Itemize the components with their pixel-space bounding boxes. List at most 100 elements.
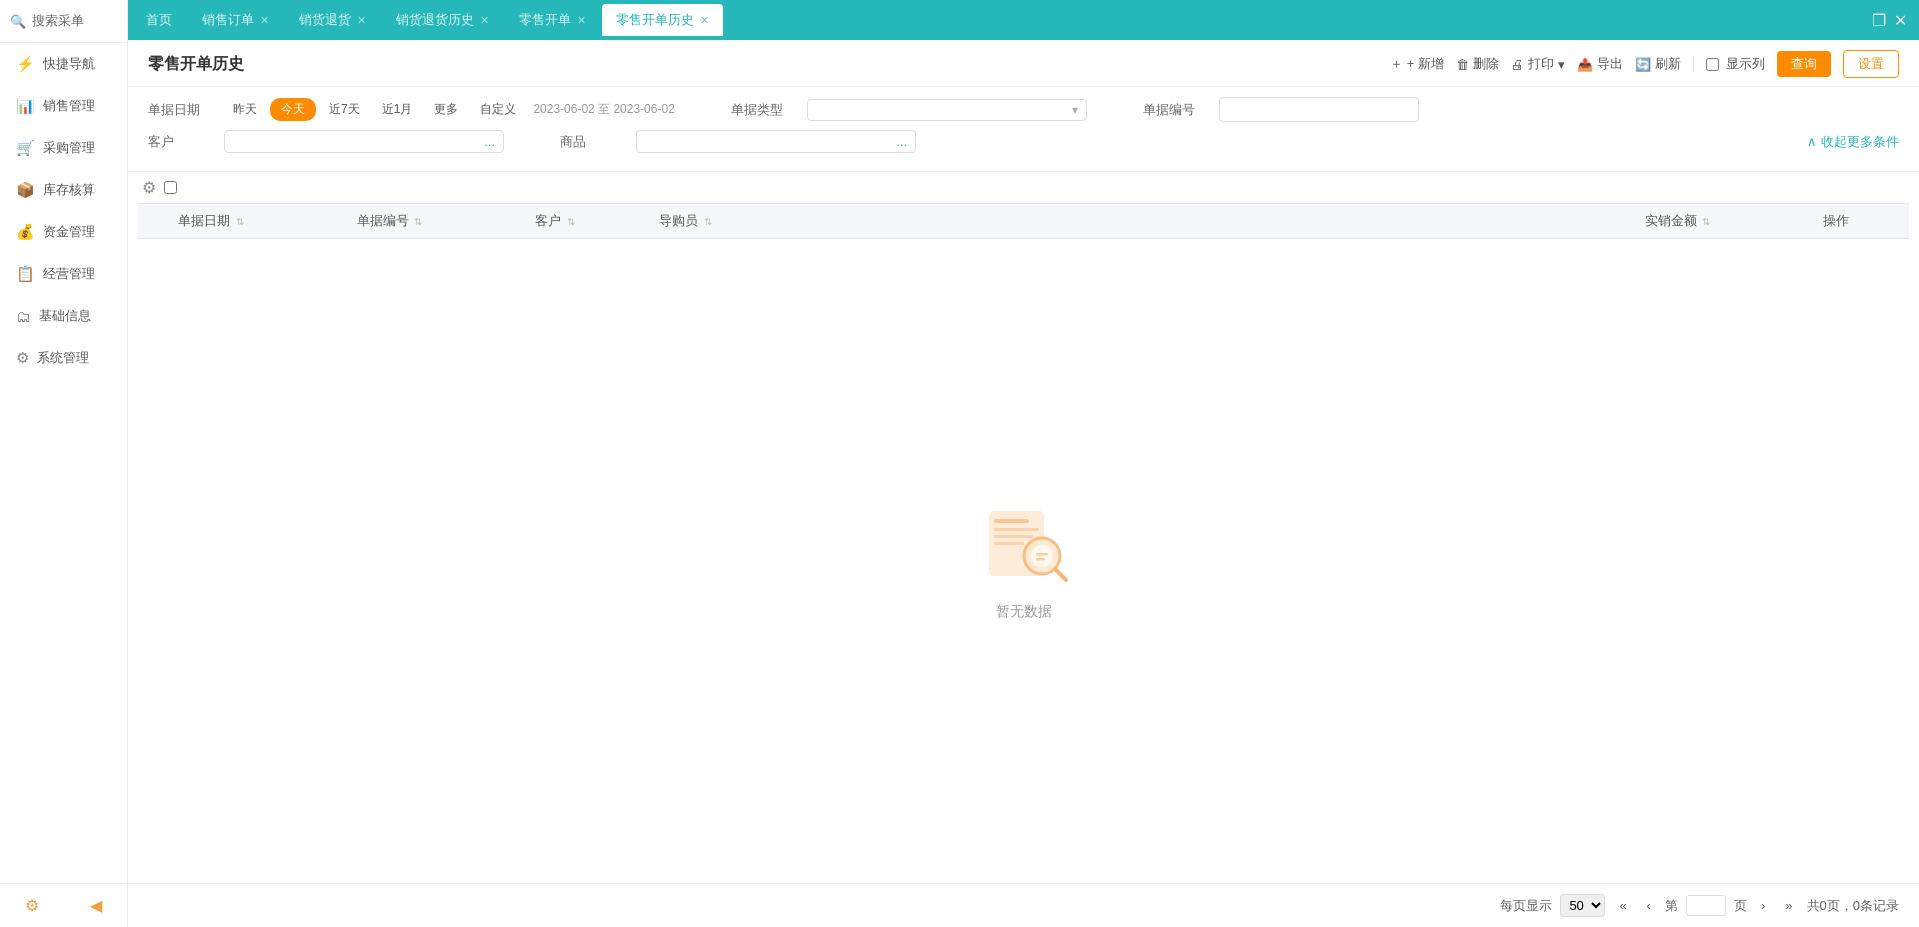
customer-filter-select[interactable]: ... (224, 130, 504, 153)
sidebar-item-inventory[interactable]: 📦 库存核算 (0, 169, 127, 211)
date-btn-1month[interactable]: 近1月 (373, 98, 422, 121)
query-button[interactable]: 查询 (1777, 51, 1831, 77)
table-toolbar: ⚙ (138, 172, 1909, 203)
th-guide-sort[interactable]: ⇅ (704, 216, 712, 227)
sidebar-item-basic-info[interactable]: 🗂 基础信息 (0, 295, 127, 337)
th-guide-label: 导购员 (659, 213, 698, 228)
date-btn-today[interactable]: 今天 (270, 98, 316, 121)
product-filter-select[interactable]: ... (636, 130, 916, 153)
empty-text: 暂无数据 (996, 603, 1052, 621)
settings-footer-btn[interactable]: ⚙ (25, 896, 39, 915)
filter-row-1: 单据日期 昨天 今天 近7天 近1月 更多 自定义 2023-06-02 至 2… (148, 97, 1899, 122)
sidebar-item-purchase-mgmt[interactable]: 🛒 采购管理 (0, 127, 127, 169)
empty-state: 暂无数据 (138, 239, 1909, 883)
select-all-checkbox[interactable] (164, 181, 177, 194)
th-guide[interactable]: 导购员 ⇅ (649, 204, 800, 239)
per-page-select[interactable]: 50 (1560, 894, 1605, 917)
th-customer-sort[interactable]: ⇅ (567, 216, 575, 227)
display-cols-checkbox[interactable] (1706, 58, 1719, 71)
th-number-sort[interactable]: ⇅ (414, 216, 422, 227)
product-ellipsis[interactable]: ... (896, 134, 907, 149)
th-date-label: 单据日期 (178, 213, 230, 228)
first-page-btn[interactable]: « (1613, 896, 1632, 915)
sidebar-item-operations[interactable]: 📋 经营管理 (0, 253, 127, 295)
tab-sales-return-history-close[interactable]: ✕ (480, 14, 489, 27)
basic-info-icon: 🗂 (16, 308, 31, 325)
sidebar-item-system[interactable]: ⚙ 系统管理 (0, 337, 127, 379)
delete-button[interactable]: 🗑 删除 (1456, 55, 1499, 73)
select-all-wrapper (164, 181, 177, 194)
tab-retail-open[interactable]: 零售开单 ✕ (505, 4, 600, 36)
th-customer-label: 客户 (535, 213, 561, 228)
window-restore-btn[interactable]: ❐ (1872, 11, 1886, 30)
sidebar-item-sales-mgmt[interactable]: 📊 销售管理 (0, 85, 127, 127)
sidebar-search[interactable]: 🔍 搜索采单 (0, 0, 127, 43)
tab-sales-return[interactable]: 销货退货 ✕ (285, 4, 380, 36)
customer-filter-label: 客户 (148, 133, 208, 151)
sidebar: 🔍 搜索采单 ⚡ 快捷导航 📊 销售管理 🛒 采购管理 📦 库存核算 💰 资金管… (0, 0, 128, 927)
th-amount[interactable]: 实销金额 ⇅ (1635, 204, 1814, 239)
customer-ellipsis[interactable]: ... (484, 134, 495, 149)
th-number[interactable]: 单据编号 ⇅ (347, 204, 526, 239)
collapse-icon: ∧ (1807, 134, 1817, 149)
prev-page-btn[interactable]: ‹ (1641, 896, 1657, 915)
product-filter-label: 商品 (560, 133, 620, 151)
tab-sales-order-close[interactable]: ✕ (260, 14, 269, 27)
th-checkbox (138, 204, 168, 239)
sidebar-item-label: 库存核算 (43, 181, 95, 199)
date-btn-7days[interactable]: 近7天 (320, 98, 369, 121)
th-date[interactable]: 单据日期 ⇅ (168, 204, 347, 239)
tab-retail-open-history-label: 零售开单历史 (616, 11, 694, 29)
export-button[interactable]: 📤 导出 (1577, 55, 1623, 73)
new-button[interactable]: ＋ + 新增 (1390, 55, 1444, 73)
tab-retail-open-history[interactable]: 零售开单历史 ✕ (602, 4, 723, 36)
number-filter-label: 单据编号 (1143, 101, 1203, 119)
tab-retail-open-close[interactable]: ✕ (577, 14, 586, 27)
svg-rect-9 (1036, 558, 1045, 561)
number-filter-input[interactable] (1219, 97, 1419, 122)
next-page-btn[interactable]: › (1755, 896, 1771, 915)
tab-sales-order[interactable]: 销售订单 ✕ (188, 4, 283, 36)
export-icon: 📤 (1577, 57, 1593, 72)
th-amount-label: 实销金额 (1645, 213, 1697, 228)
sidebar-item-label: 资金管理 (43, 223, 95, 241)
query-label: 查询 (1791, 55, 1817, 73)
new-label: + 新增 (1407, 55, 1444, 73)
data-table: 单据日期 ⇅ 单据编号 ⇅ 客户 ⇅ 导购员 ⇅ (138, 203, 1909, 239)
type-filter-select[interactable]: ▾ (807, 99, 1087, 121)
table-settings-icon[interactable]: ⚙ (142, 178, 156, 197)
sidebar-item-label: 快捷导航 (43, 55, 95, 73)
window-close-btn[interactable]: ✕ (1894, 11, 1907, 30)
th-amount-sort[interactable]: ⇅ (1702, 216, 1710, 227)
sales-icon: 📊 (16, 97, 35, 115)
date-range-display: 2023-06-02 至 2023-06-02 (533, 101, 674, 118)
print-button[interactable]: 🖨 打印 ▾ (1511, 55, 1565, 73)
refresh-label: 刷新 (1655, 55, 1681, 73)
sidebar-item-finance[interactable]: 💰 资金管理 (0, 211, 127, 253)
last-page-btn[interactable]: » (1779, 896, 1798, 915)
tab-home[interactable]: 首页 (132, 4, 186, 36)
date-btn-custom[interactable]: 自定义 (471, 98, 525, 121)
display-cols-btn[interactable]: 显示列 (1706, 55, 1765, 73)
collapse-sidebar-btn[interactable]: ◀ (90, 896, 102, 915)
page-word: 第 (1665, 897, 1678, 915)
print-label: 打印 (1528, 55, 1554, 73)
date-btn-more[interactable]: 更多 (425, 98, 467, 121)
settings-button[interactable]: 设置 (1843, 50, 1899, 78)
type-select-arrow: ▾ (1072, 103, 1078, 117)
sidebar-item-quick-nav[interactable]: ⚡ 快捷导航 (0, 43, 127, 85)
tab-retail-open-history-close[interactable]: ✕ (700, 14, 709, 27)
filter-section: 单据日期 昨天 今天 近7天 近1月 更多 自定义 2023-06-02 至 2… (128, 87, 1919, 172)
page-number-input[interactable]: 1 (1686, 895, 1726, 916)
table-header: 单据日期 ⇅ 单据编号 ⇅ 客户 ⇅ 导购员 ⇅ (138, 204, 1909, 239)
refresh-button[interactable]: 🔄 刷新 (1635, 55, 1681, 73)
collapse-filter-btn[interactable]: ∧ 收起更多条件 (1807, 133, 1899, 151)
page-header: 零售开单历史 ＋ + 新增 🗑 删除 🖨 打印 ▾ 📤 导出 (128, 40, 1919, 87)
tab-retail-open-label: 零售开单 (519, 11, 571, 29)
th-customer[interactable]: 客户 ⇅ (525, 204, 649, 239)
new-icon: ＋ (1390, 55, 1403, 73)
th-date-sort[interactable]: ⇅ (236, 216, 244, 227)
tab-sales-return-history[interactable]: 销货退货历史 ✕ (382, 4, 503, 36)
date-btn-yesterday[interactable]: 昨天 (224, 98, 266, 121)
tab-sales-return-close[interactable]: ✕ (357, 14, 366, 27)
